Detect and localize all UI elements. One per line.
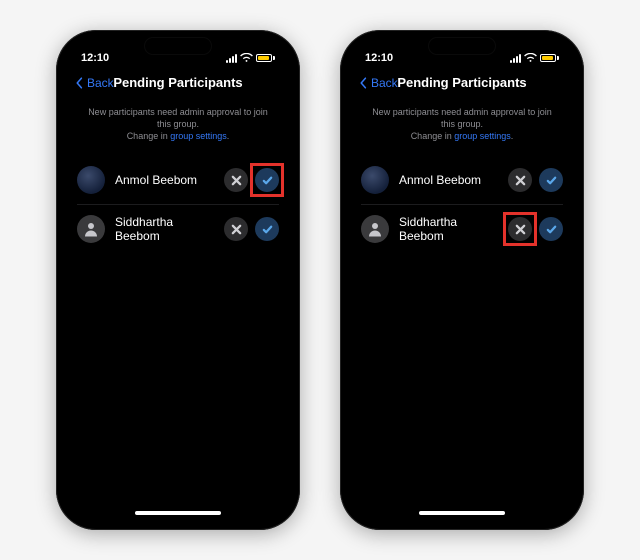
- row-actions: [508, 217, 563, 241]
- battery-icon: [540, 54, 559, 62]
- avatar: [361, 166, 389, 194]
- info-text: New participants need admin approval to …: [349, 100, 575, 156]
- check-icon: [262, 224, 273, 235]
- dynamic-island: [145, 38, 211, 54]
- dynamic-island: [429, 38, 495, 54]
- chevron-left-icon: [357, 77, 369, 89]
- cellular-icon: [226, 54, 237, 63]
- back-button[interactable]: Back: [73, 76, 114, 90]
- reject-button[interactable]: [224, 168, 248, 192]
- wifi-icon: [524, 53, 537, 63]
- x-icon: [515, 175, 526, 186]
- participant-row: Siddhartha Beebom: [361, 204, 563, 253]
- x-icon: [231, 175, 242, 186]
- avatar: [77, 166, 105, 194]
- avatar: [361, 215, 389, 243]
- screen: 12:10 Back Pending Participants New part…: [65, 39, 291, 521]
- group-settings-link[interactable]: group settings: [170, 131, 227, 141]
- reject-button[interactable]: [508, 168, 532, 192]
- page-title: Pending Participants: [113, 75, 242, 90]
- info-text: New participants need admin approval to …: [65, 100, 291, 156]
- x-icon: [231, 224, 242, 235]
- wifi-icon: [240, 53, 253, 63]
- screen: 12:10 Back Pending Participants New part…: [349, 39, 575, 521]
- person-icon: [366, 220, 384, 238]
- approve-button[interactable]: [539, 217, 563, 241]
- phone-mockup-left: 12:10 Back Pending Participants New part…: [56, 30, 300, 530]
- back-label: Back: [87, 76, 114, 90]
- participants-list: Anmol Beebom Siddhartha Beebom: [349, 156, 575, 253]
- phone-mockup-right: 12:10 Back Pending Participants New part…: [340, 30, 584, 530]
- approve-button[interactable]: [255, 217, 279, 241]
- home-indicator[interactable]: [135, 511, 221, 515]
- status-indicators: [510, 53, 559, 63]
- participant-name: Siddhartha Beebom: [399, 215, 498, 243]
- reject-button[interactable]: [508, 217, 532, 241]
- participant-row: Anmol Beebom: [361, 156, 563, 204]
- status-time: 12:10: [365, 52, 393, 64]
- participants-list: Anmol Beebom Siddhartha Beebom: [65, 156, 291, 253]
- row-actions: [224, 168, 279, 192]
- cellular-icon: [510, 54, 521, 63]
- participant-name: Anmol Beebom: [399, 173, 498, 187]
- status-time: 12:10: [81, 52, 109, 64]
- reject-button[interactable]: [224, 217, 248, 241]
- page-title: Pending Participants: [397, 75, 526, 90]
- check-icon: [546, 175, 557, 186]
- chevron-left-icon: [73, 77, 85, 89]
- check-icon: [262, 175, 273, 186]
- participant-name: Siddhartha Beebom: [115, 215, 214, 243]
- battery-icon: [256, 54, 275, 62]
- back-button[interactable]: Back: [357, 76, 398, 90]
- participant-row: Anmol Beebom: [77, 156, 279, 204]
- status-indicators: [226, 53, 275, 63]
- avatar: [77, 215, 105, 243]
- back-label: Back: [371, 76, 398, 90]
- row-actions: [224, 217, 279, 241]
- participant-row: Siddhartha Beebom: [77, 204, 279, 253]
- group-settings-link[interactable]: group settings: [454, 131, 511, 141]
- row-actions: [508, 168, 563, 192]
- approve-button[interactable]: [255, 168, 279, 192]
- approve-button[interactable]: [539, 168, 563, 192]
- nav-bar: Back Pending Participants: [349, 69, 575, 100]
- person-icon: [82, 220, 100, 238]
- home-indicator[interactable]: [419, 511, 505, 515]
- x-icon: [515, 224, 526, 235]
- participant-name: Anmol Beebom: [115, 173, 214, 187]
- check-icon: [546, 224, 557, 235]
- nav-bar: Back Pending Participants: [65, 69, 291, 100]
